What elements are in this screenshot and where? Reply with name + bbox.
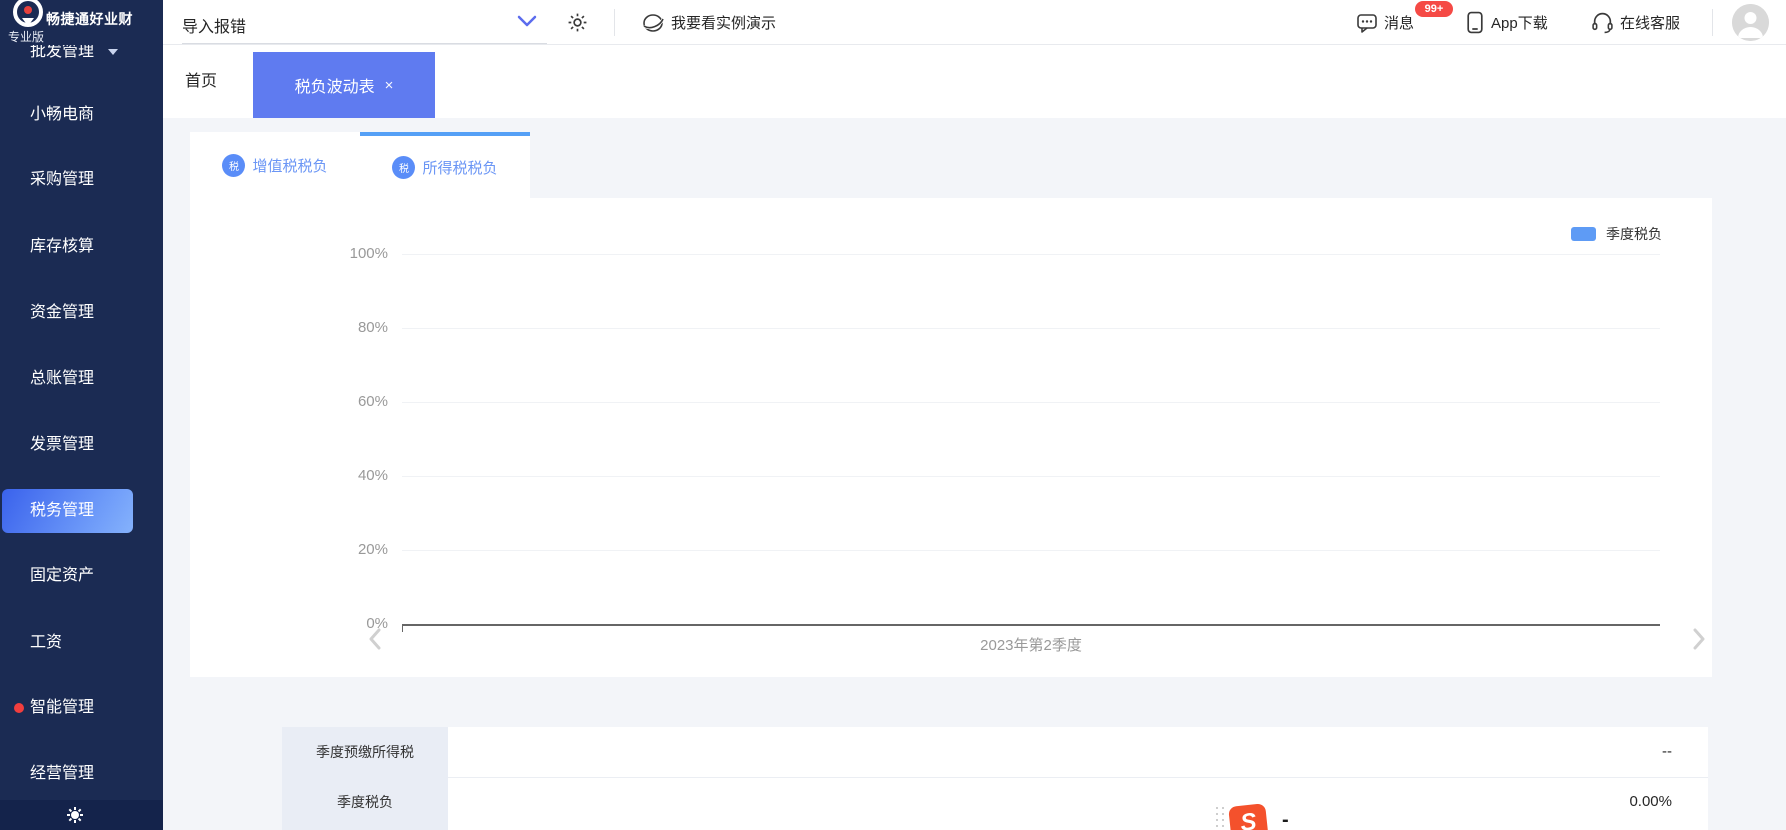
sidebar-item-inventory[interactable]: 库存核算 [0,225,163,269]
chevron-down-icon [108,48,119,55]
sidebar-item-funds[interactable]: 资金管理 [0,291,163,335]
table-row-label: 季度预缴所得税 [316,744,414,760]
x-axis-line [402,624,1660,626]
sidebar: 批发管理 畅捷通好业财 专业版 小畅电商 采购管理 库存核算 资金管理 总账管理… [0,0,163,830]
messages-button[interactable]: 消息 [1356,0,1414,45]
demo-globe-icon [643,13,665,32]
gridline [402,476,1660,477]
assistant-logo-icon[interactable]: S [1228,803,1269,830]
sidebar-item-label: 库存核算 [30,238,95,255]
x-axis-tick [402,624,403,632]
close-tab-icon[interactable]: × [385,77,394,94]
tab-home[interactable]: 首页 [185,45,217,118]
app-window: 批发管理 畅捷通好业财 专业版 小畅电商 采购管理 库存核算 资金管理 总账管理… [0,0,1786,830]
notification-dot [14,703,24,713]
import-error-select-value: 导入报错 [182,19,247,36]
sidebar-item-label: 税务管理 [30,502,95,519]
tab-label: 税负波动表 [294,79,375,96]
tax-summary-table: 季度预缴所得税 -- 季度税负 0.00% [282,727,1708,830]
sidebar-item-tax-active[interactable]: 税务管理 [2,489,133,533]
tab-tax-fluctuation-active[interactable]: 税负波动表 × [253,52,435,118]
topbar: 导入报错 我要看实例演示 99+ 消息 App下载 在线客服 [163,0,1786,45]
sidebar-item-label: 总账管理 [30,370,95,387]
subtab-label: 所得税税负 [422,159,498,177]
table-row-value: 0.00% [1629,793,1672,810]
headset-icon [1592,12,1613,34]
phone-icon [1467,11,1483,34]
gridline [402,550,1660,551]
x-axis-category-label: 2023年第2季度 [980,637,1082,654]
legend-label: 季度税负 [1606,226,1662,242]
y-axis-tick: 60% [357,393,388,410]
messages-label: 消息 [1384,15,1415,32]
sidebar-item-label: 小畅电商 [30,106,95,123]
sidebar-item-purchase[interactable]: 采购管理 [0,158,163,202]
gridline [402,254,1660,255]
sidebar-item-ledger[interactable]: 总账管理 [0,357,163,401]
user-avatar[interactable] [1732,4,1769,41]
table-row-label: 季度税负 [337,794,393,810]
subtab-vat-tax[interactable]: 税 增值税税负 [190,132,360,198]
sidebar-item-invoice[interactable]: 发票管理 [0,423,163,467]
y-axis-tick: 80% [357,319,388,336]
sidebar-footer [0,800,163,830]
sidebar-item-label: 固定资产 [30,567,95,584]
topbar-divider [614,9,615,36]
brand-header: 畅捷通好业财 专业版 [0,0,163,45]
import-error-select[interactable]: 导入报错 [182,0,547,44]
demo-link-label: 我要看实例演示 [671,15,777,32]
sidebar-item-payroll[interactable]: 工资 [0,621,163,665]
settings-gear-icon[interactable] [66,806,84,824]
sidebar-item-label: 智能管理 [30,699,95,716]
sidebar-item-fixed-assets[interactable]: 固定资产 [0,554,163,598]
brand-name: 畅捷通好业财 [46,11,133,27]
tax-burden-chart: 季度税负 100% 80% 60% 40% 20% 0% 2023年第2季度 [190,198,1712,677]
tax-badge-icon: 税 [222,153,246,177]
sidebar-item-smart[interactable]: 智能管理 [0,686,163,730]
floating-assistant-widget: S - [1216,803,1306,830]
subtab-label: 增值税税负 [252,157,328,175]
y-axis-tick: 20% [357,541,388,558]
demo-link[interactable]: 我要看实例演示 [641,0,776,45]
gridline [402,402,1660,403]
sidebar-item-label: 发票管理 [30,436,95,453]
message-bubble-icon [1357,13,1377,33]
topbar-divider [1712,9,1713,36]
settings-gear-button[interactable] [567,0,588,45]
sidebar-item-label: 采购管理 [30,171,95,188]
chart-prev-arrow[interactable] [368,628,382,650]
sidebar-item-label: 资金管理 [30,304,95,321]
chart-legend[interactable]: 季度税负 [1571,224,1662,244]
sidebar-item-label: 批发管理 [30,43,95,60]
sidebar-item-label: 经营管理 [30,765,95,782]
tab-home-label: 首页 [185,73,218,90]
brand-edition: 专业版 [8,30,45,44]
window-tab-bar: 首页 税负波动表 × [163,45,1786,118]
drag-handle-icon[interactable] [1216,807,1226,830]
app-download-button[interactable]: App下载 [1465,0,1548,45]
gridline [402,328,1660,329]
online-support-button[interactable]: 在线客服 [1591,0,1680,45]
app-download-label: App下载 [1491,15,1548,32]
sidebar-item-operations[interactable]: 经营管理 [0,752,163,796]
table-row-value: -- [1662,743,1672,760]
legend-swatch [1571,227,1596,241]
chart-next-arrow[interactable] [1692,628,1706,650]
messages-badge: 99+ [1415,1,1453,17]
chevron-down-icon[interactable] [517,15,537,27]
widget-minimize-dash[interactable]: - [1282,809,1289,830]
online-support-label: 在线客服 [1620,15,1681,32]
y-axis-tick: 100% [349,245,388,262]
subtab-income-tax-active[interactable]: 税 所得税税负 [360,132,530,198]
sidebar-item-label: 工资 [30,634,63,651]
sidebar-item-ecommerce[interactable]: 小畅电商 [0,93,163,137]
tax-badge-icon: 税 [392,155,416,179]
y-axis-tick: 40% [357,467,388,484]
